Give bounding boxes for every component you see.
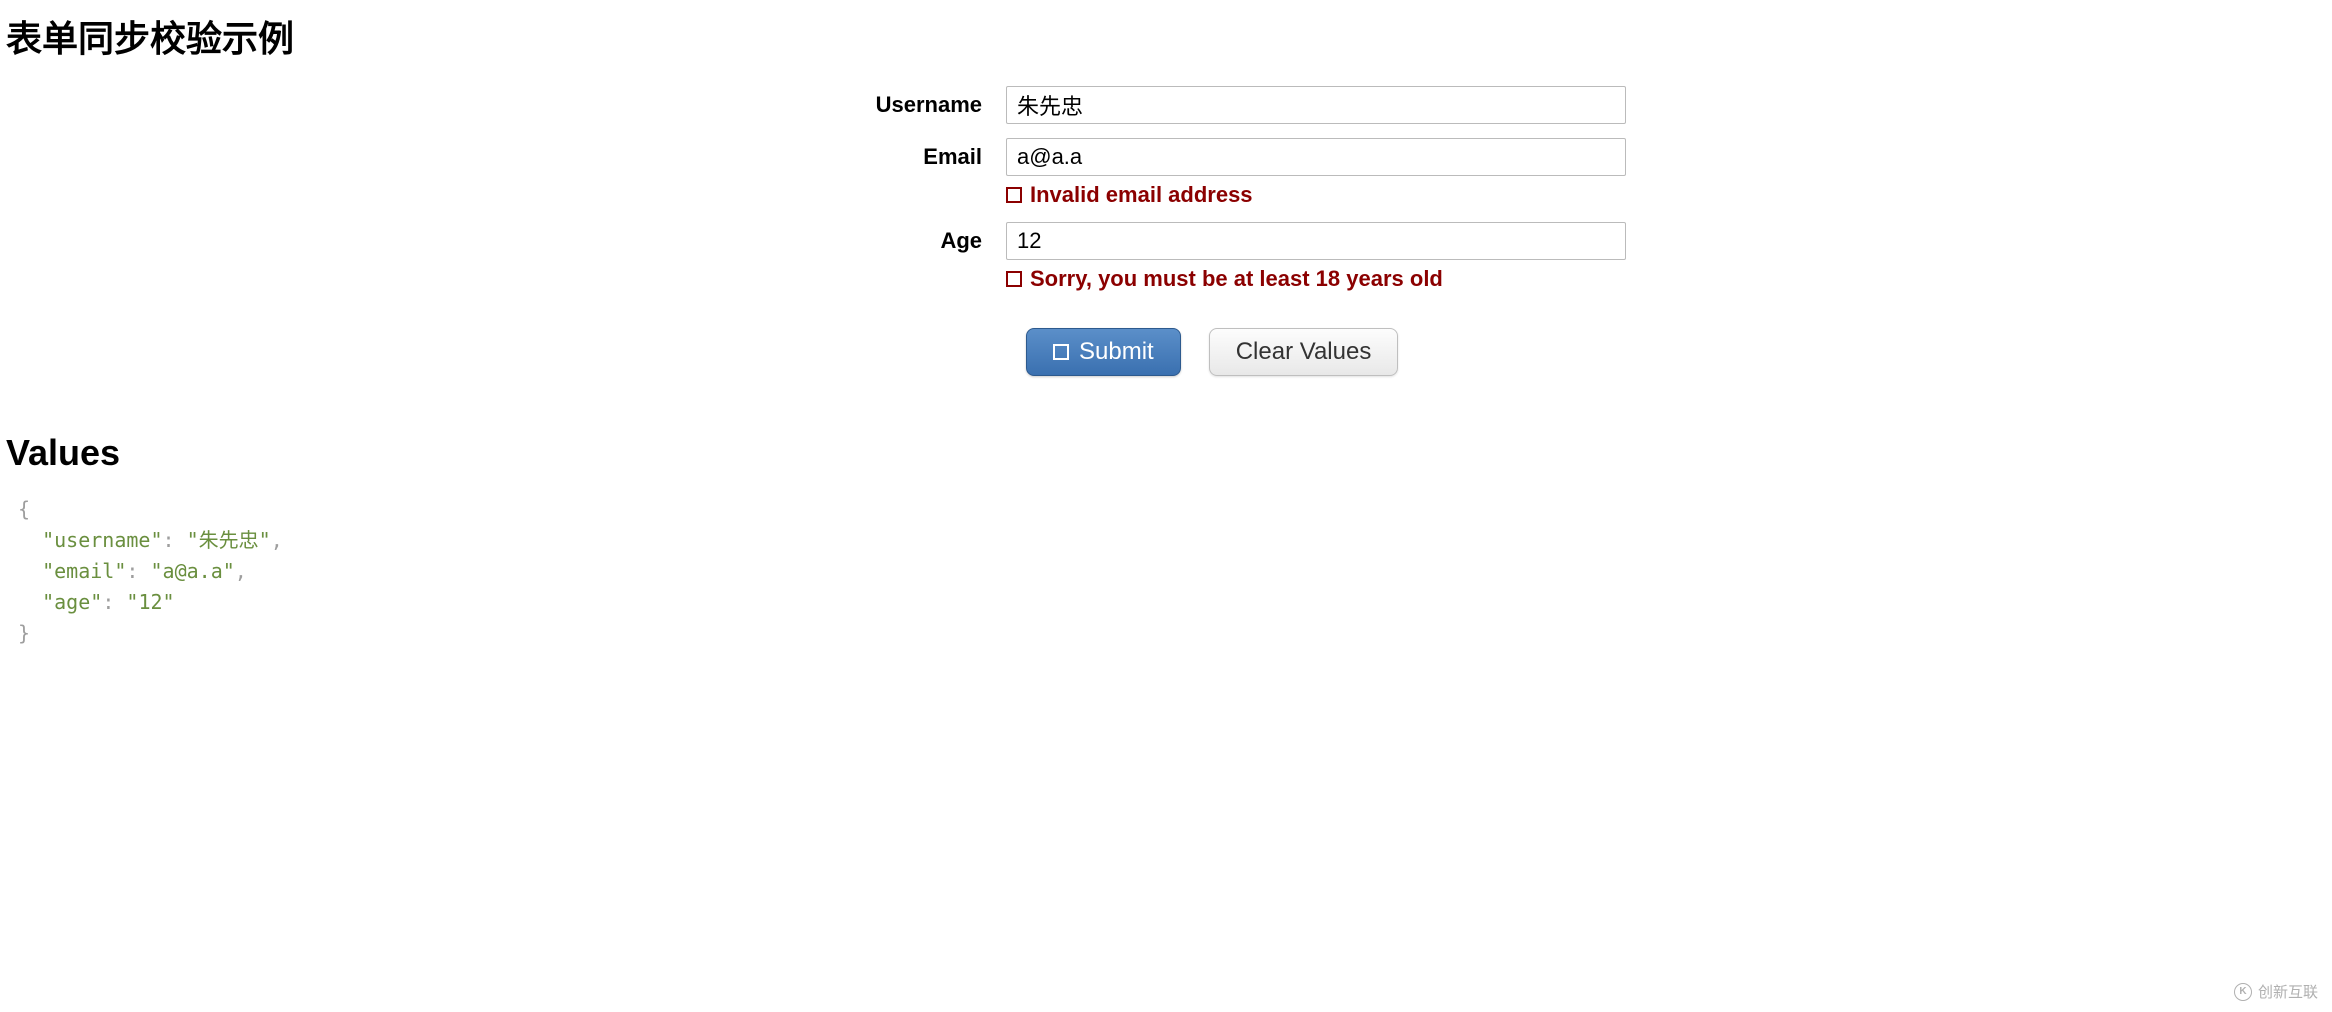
submit-icon (1053, 344, 1069, 360)
json-email: "a@a.a" (150, 559, 234, 583)
values-json: { "username": "朱先忠", "email": "a@a.a", "… (6, 494, 2326, 649)
email-error: Invalid email address (1006, 182, 1626, 208)
age-error: Sorry, you must be at least 18 years old (1006, 266, 1626, 292)
json-age: "12" (126, 590, 174, 614)
age-input[interactable] (1006, 222, 1626, 260)
username-input[interactable] (1006, 86, 1626, 124)
form: Username Email Invalid email address Age… (706, 86, 1626, 376)
clear-button[interactable]: Clear Values (1209, 328, 1399, 376)
email-label: Email (706, 144, 1006, 170)
email-input[interactable] (1006, 138, 1626, 176)
clear-button-label: Clear Values (1236, 338, 1372, 366)
field-row-age: Age (706, 222, 1626, 260)
values-title: Values (6, 432, 2326, 474)
submit-button-label: Submit (1079, 338, 1154, 366)
watermark-text: 创新互联 (2258, 981, 2318, 1002)
email-error-text: Invalid email address (1030, 182, 1253, 208)
username-label: Username (706, 92, 1006, 118)
field-row-email: Email (706, 138, 1626, 176)
json-username: "朱先忠" (187, 528, 271, 552)
button-row: Submit Clear Values (1026, 328, 1626, 376)
age-error-text: Sorry, you must be at least 18 years old (1030, 266, 1443, 292)
error-icon (1006, 271, 1022, 287)
page-title: 表单同步校验示例 (6, 10, 2326, 62)
error-icon (1006, 187, 1022, 203)
watermark-icon: K (2234, 983, 2252, 1001)
field-row-username: Username (706, 86, 1626, 124)
submit-button[interactable]: Submit (1026, 328, 1181, 376)
age-label: Age (706, 228, 1006, 254)
watermark: K 创新互联 (2234, 981, 2318, 1002)
